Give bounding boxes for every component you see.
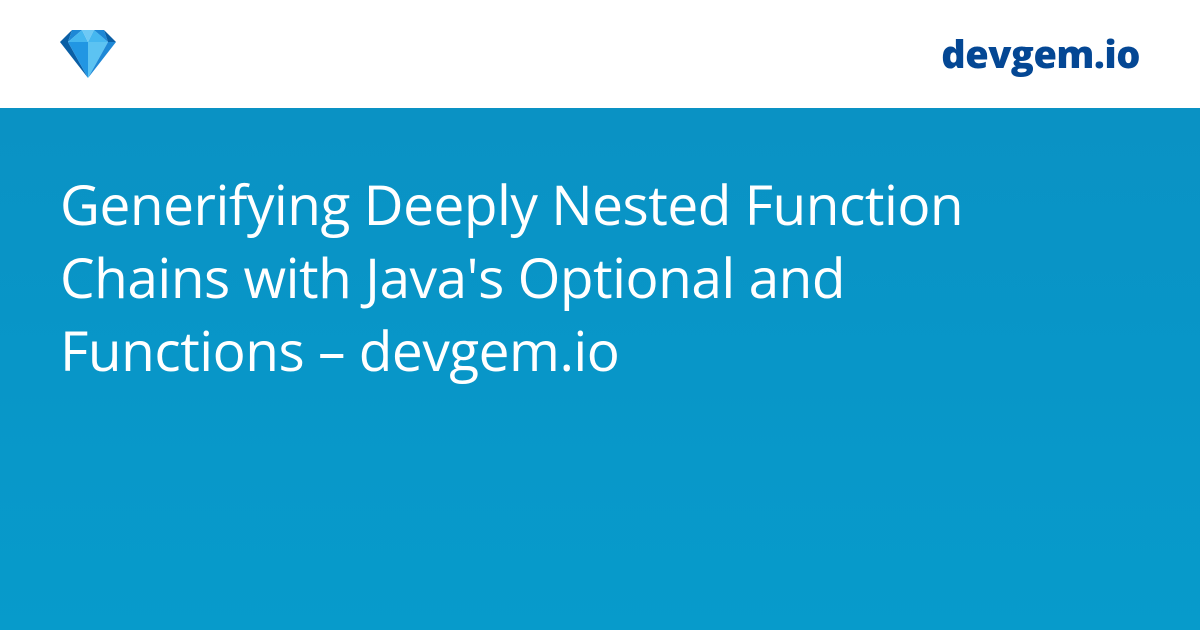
header: devgem.io bbox=[0, 0, 1200, 108]
brand-name: devgem.io bbox=[941, 28, 1140, 80]
hero-section: Generifying Deeply Nested Function Chain… bbox=[0, 108, 1200, 630]
gem-icon bbox=[60, 26, 116, 82]
page-title: Generifying Deeply Nested Function Chain… bbox=[60, 168, 1080, 387]
